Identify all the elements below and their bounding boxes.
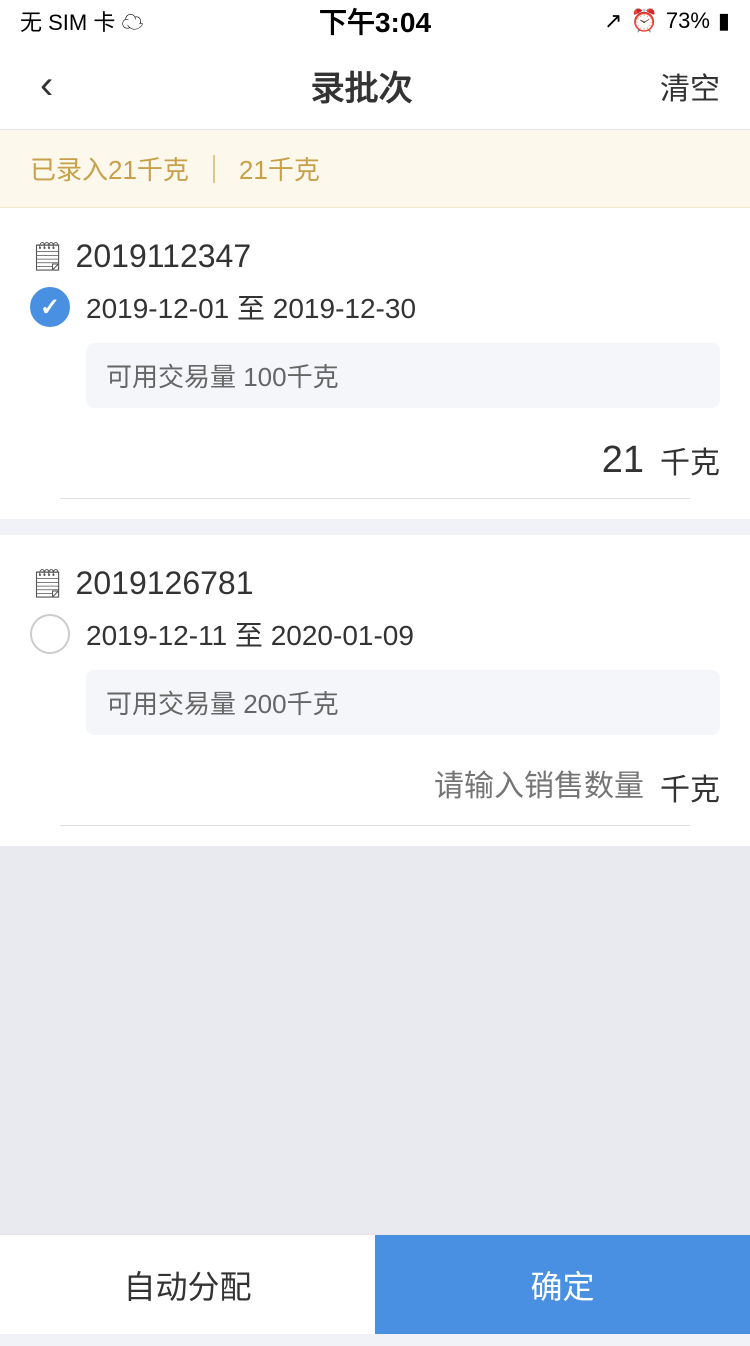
batch-availability-2: 可用交易量 200千克 — [86, 670, 720, 735]
batch-quantity-row-1: 21 千克 — [30, 428, 720, 498]
alarm-icon: ⏰ — [630, 8, 657, 34]
batch-availability-1: 可用交易量 100千克 — [86, 343, 720, 408]
quantity-unit-1: 千克 — [660, 438, 720, 482]
back-button[interactable]: ‹ — [30, 53, 63, 118]
info-divider — [213, 155, 215, 183]
page-content: 已录入21千克 21千克 🗒 2019112347 2019-12-01 至 2… — [0, 130, 750, 1346]
status-bar: 无 SIM 卡 ☁ 下午3:04 ↗ ⏰ 73% ▮ — [0, 0, 750, 42]
recorded-amount: 已录入21千克 — [30, 150, 189, 187]
batch-item-2: 🗒 2019126781 2019-12-11 至 2020-01-09 可用交… — [0, 535, 750, 846]
bottom-buttons: 自动分配 确定 — [0, 1234, 750, 1334]
info-banner: 已录入21千克 21千克 — [0, 130, 750, 208]
quantity-unit-2: 千克 — [660, 765, 720, 809]
confirm-button[interactable]: 确定 — [375, 1235, 750, 1334]
batch-header-1: 🗒 2019112347 — [30, 238, 720, 275]
batch-checkbox-1[interactable] — [30, 287, 70, 327]
status-left: 无 SIM 卡 ☁ — [20, 5, 143, 37]
batch-id-1: 2019112347 — [76, 238, 252, 275]
battery-text: 73% — [666, 8, 710, 34]
clear-button[interactable]: 清空 — [660, 64, 720, 108]
batch-date-row-2: 2019-12-11 至 2020-01-09 — [30, 614, 720, 654]
empty-area — [0, 846, 750, 1246]
batch-doc-icon-1: 🗒 — [30, 240, 66, 273]
divider-1 — [60, 498, 690, 499]
battery-icon: ▮ — [718, 8, 730, 34]
batch-id-2: 2019126781 — [76, 565, 254, 602]
batch-checkbox-2[interactable] — [30, 614, 70, 654]
divider-2 — [60, 825, 690, 826]
batch-header-2: 🗒 2019126781 — [30, 565, 720, 602]
quantity-value-1: 21 — [602, 439, 644, 482]
batch-quantity-row-2: 千克 — [30, 755, 720, 825]
page-title: 录批次 — [311, 61, 413, 110]
batch-date-2: 2019-12-11 至 2020-01-09 — [86, 614, 414, 654]
status-time: 下午3:04 — [319, 1, 431, 41]
status-right: ↗ ⏰ 73% ▮ — [604, 8, 730, 34]
batch-item-1: 🗒 2019112347 2019-12-01 至 2019-12-30 可用交… — [0, 208, 750, 519]
batch-date-row-1: 2019-12-01 至 2019-12-30 — [30, 287, 720, 327]
location-icon: ↗ — [604, 8, 622, 34]
batch-doc-icon-2: 🗒 — [30, 567, 66, 600]
nav-bar: ‹ 录批次 清空 — [0, 42, 750, 130]
quantity-input-2[interactable] — [344, 770, 644, 804]
auto-distribute-button[interactable]: 自动分配 — [0, 1235, 375, 1334]
no-sim-text: 无 SIM 卡 ☁ — [20, 5, 143, 37]
section-divider-1 — [0, 519, 750, 535]
batch-date-1: 2019-12-01 至 2019-12-30 — [86, 287, 416, 327]
total-amount: 21千克 — [239, 150, 320, 187]
